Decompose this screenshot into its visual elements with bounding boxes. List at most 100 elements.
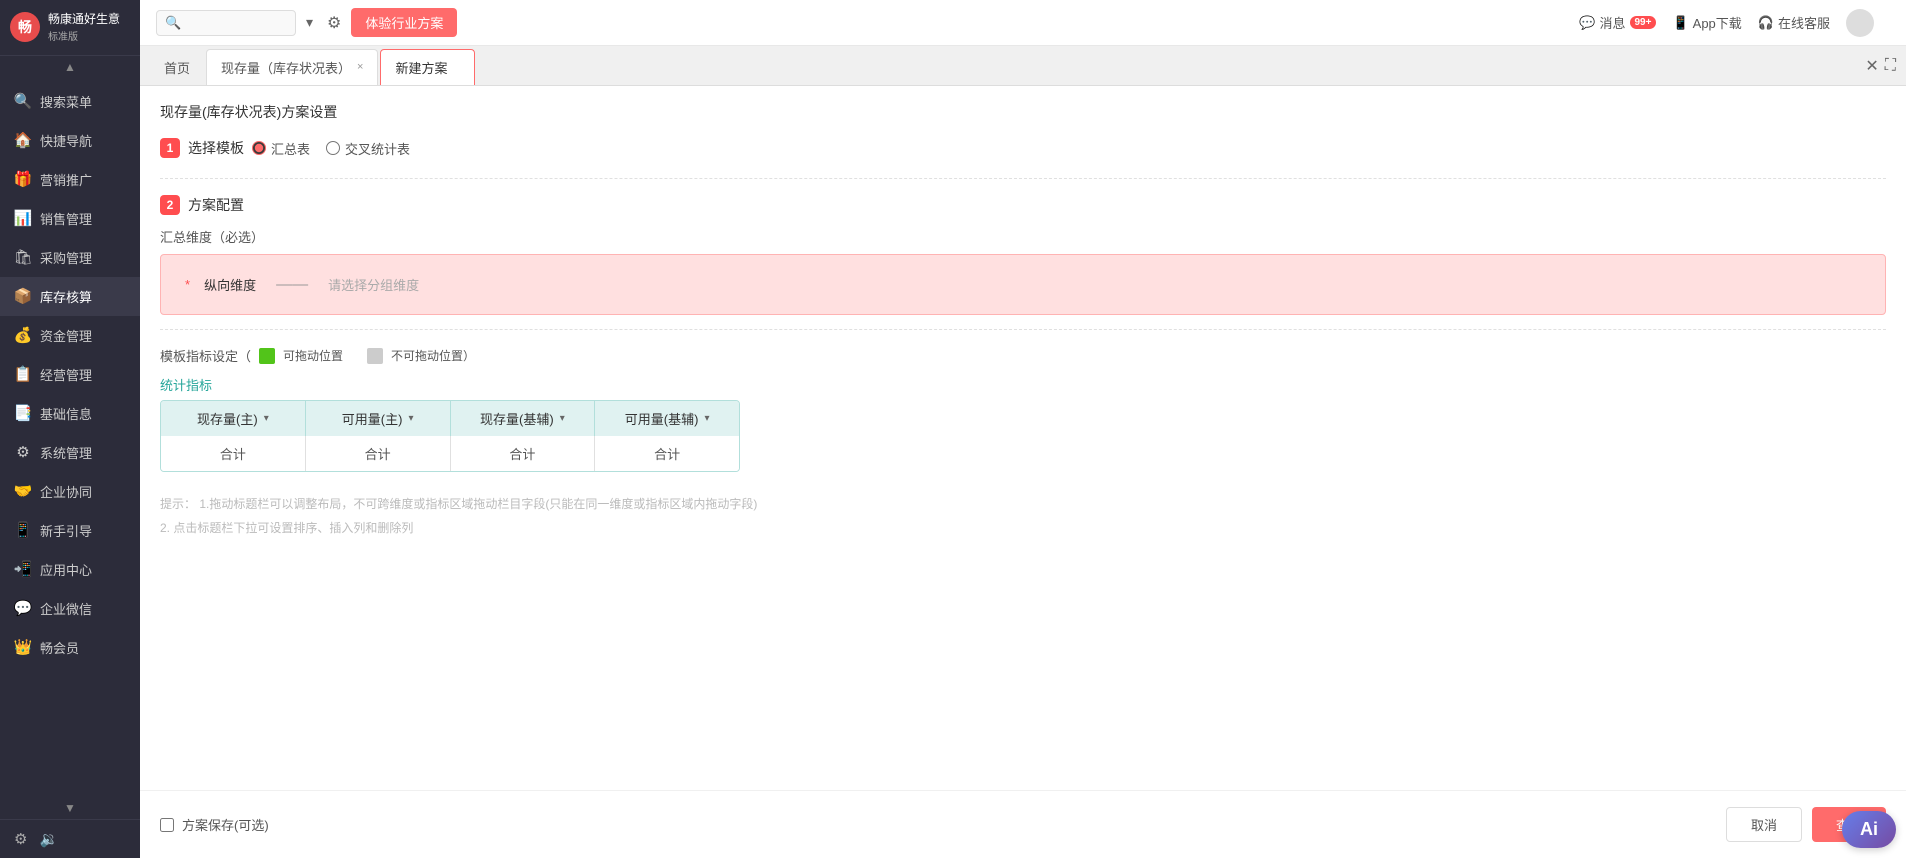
sidebar-scroll-down[interactable]: ▼ — [0, 797, 140, 819]
metric-col-1-chevron[interactable]: ▾ — [264, 413, 269, 424]
non-draggable-badge — [367, 348, 383, 364]
tab-expand-button[interactable]: ⛶ — [1885, 56, 1896, 76]
tab-new-scheme[interactable]: 新建方案 × — [380, 49, 474, 85]
basic-icon: 📑 — [14, 404, 32, 422]
template-summary-radio[interactable] — [252, 141, 266, 155]
dim-name: 纵向维度 — [204, 275, 256, 294]
metric-cell-3: 合计 — [451, 436, 596, 471]
sidebar-item-system[interactable]: ⚙ 系统管理 — [0, 433, 140, 472]
app-download-icon: 📱 — [1672, 15, 1688, 31]
tab-inventory-close[interactable]: × — [357, 62, 363, 73]
metric-col-2[interactable]: 可用量(主) ▾ — [306, 401, 451, 436]
sidebar-item-operation[interactable]: 📋 经营管理 — [0, 355, 140, 394]
app-download-button[interactable]: 📱 App下载 — [1672, 13, 1741, 32]
metric-col-1[interactable]: 现存量(主) ▾ — [161, 401, 306, 436]
sidebar-item-contract[interactable]: 🤝 企业协同 — [0, 472, 140, 511]
trial-industry-button[interactable]: 体验行业方案 — [351, 8, 457, 37]
sidebar-item-label: 企业微信 — [40, 599, 92, 618]
topbar-dropdown-icon[interactable]: ▾ — [306, 14, 313, 31]
template-summary-option[interactable]: 汇总表 — [252, 139, 310, 158]
sidebar-item-label: 新手引导 — [40, 521, 92, 540]
sidebar-item-sales[interactable]: 📊 销售管理 — [0, 199, 140, 238]
metric-cell-1: 合计 — [161, 436, 306, 471]
tab-home[interactable]: 首页 — [150, 50, 204, 85]
app-edition: 标准版 — [48, 28, 120, 43]
purchase-icon: 🛍 — [14, 248, 32, 266]
metric-settings: 模板指标设定（ 可拖动位置 不可拖动位置） 统计指标 现存量(主) ▾ — [160, 346, 1886, 472]
tab-inventory[interactable]: 现存量（库存状况表） × — [206, 49, 378, 85]
search-input[interactable] — [187, 16, 277, 30]
dim-box[interactable]: * 纵向维度 —— 请选择分组维度 — [160, 254, 1886, 315]
metric-col-3-chevron[interactable]: ▾ — [560, 413, 565, 424]
cancel-button[interactable]: 取消 — [1726, 807, 1802, 842]
topbar-settings-icon[interactable]: ⚙ — [327, 13, 341, 33]
sound-footer-icon[interactable]: 🔉 — [39, 830, 58, 848]
topbar-right: 💬 消息 99+ 📱 App下载 🎧 在线客服 — [1579, 9, 1890, 37]
message-button[interactable]: 💬 消息 99+ — [1579, 13, 1656, 32]
metric-table-body: 合计 合计 合计 合计 — [161, 436, 739, 471]
tab-close-button[interactable]: ✕ — [1865, 56, 1878, 76]
save-checkbox[interactable] — [160, 818, 174, 832]
template-summary-label: 汇总表 — [271, 139, 310, 158]
tab-new-close[interactable]: × — [453, 62, 459, 73]
sidebar-item-newbie[interactable]: 📱 新手引导 — [0, 511, 140, 550]
section-divider-2 — [160, 329, 1886, 330]
message-label: 消息 — [1599, 13, 1625, 32]
save-label[interactable]: 方案保存(可选) — [182, 815, 269, 834]
section-divider-1 — [160, 178, 1886, 179]
draggable-label: 可拖动位置 — [283, 347, 343, 364]
ai-fab-button[interactable]: Ai — [1842, 811, 1896, 848]
sidebar-footer: ⚙ 🔉 — [0, 819, 140, 858]
metric-col-4-chevron[interactable]: ▾ — [704, 413, 709, 424]
sidebar-item-basic[interactable]: 📑 基础信息 — [0, 394, 140, 433]
sidebar-item-appcenter[interactable]: 📲 应用中心 — [0, 550, 140, 589]
app-name: 畅康通好生意 — [48, 12, 120, 28]
sidebar-item-inventory[interactable]: 📦 库存核算 — [0, 277, 140, 316]
metric-table: 现存量(主) ▾ 可用量(主) ▾ 现存量(基辅) ▾ — [160, 400, 740, 472]
metric-col-3-label: 现存量(基辅) — [480, 409, 554, 428]
user-avatar[interactable] — [1846, 9, 1874, 37]
sidebar-item-finance[interactable]: 💰 资金管理 — [0, 316, 140, 355]
sidebar-item-wechat[interactable]: 💬 企业微信 — [0, 589, 140, 628]
template-cross-option[interactable]: 交叉统计表 — [326, 139, 410, 158]
sales-icon: 📊 — [14, 209, 32, 227]
metric-col-4[interactable]: 可用量(基辅) ▾ — [595, 401, 739, 436]
metric-col-3[interactable]: 现存量(基辅) ▾ — [451, 401, 596, 436]
member-icon: 👑 — [14, 638, 32, 656]
sidebar: 畅 畅康通好生意 标准版 ▲ 🔍 搜索菜单 🏠 快捷导航 🎁 营销推广 📊 销售… — [0, 0, 140, 858]
topbar-search-box[interactable]: 🔍 — [156, 10, 296, 36]
section1-header: 1 选择模板 汇总表 交叉统计表 — [160, 138, 1886, 158]
online-service-button[interactable]: 🎧 在线客服 — [1758, 13, 1830, 32]
template-options: 汇总表 交叉统计表 — [252, 139, 410, 158]
sidebar-scroll-up[interactable]: ▲ — [0, 56, 140, 78]
search-icon: 🔍 — [165, 15, 181, 31]
metric-cell-4: 合计 — [595, 436, 739, 471]
app-download-label: App下载 — [1693, 13, 1742, 32]
sidebar-item-label: 快捷导航 — [40, 131, 92, 150]
template-cross-radio[interactable] — [326, 141, 340, 155]
sidebar-item-marketing[interactable]: 🎁 营销推广 — [0, 160, 140, 199]
sidebar-item-label: 搜索菜单 — [40, 92, 92, 111]
section-template: 1 选择模板 汇总表 交叉统计表 — [160, 138, 1886, 158]
metric-label: 模板指标设定（ 可拖动位置 不可拖动位置） — [160, 346, 1886, 365]
app-logo-icon: 畅 — [10, 12, 40, 42]
sidebar-item-purchase[interactable]: 🛍 采购管理 — [0, 238, 140, 277]
tab-new-label: 新建方案 — [395, 58, 447, 77]
service-icon: 🎧 — [1758, 15, 1774, 31]
metric-col-4-label: 可用量(基辅) — [625, 409, 699, 428]
sidebar-item-label: 资金管理 — [40, 326, 92, 345]
section2-header: 2 方案配置 — [160, 195, 1886, 215]
topbar: 🔍 ▾ ⚙ 体验行业方案 💬 消息 99+ 📱 App下载 🎧 在线客服 — [140, 0, 1906, 46]
tab-inventory-label: 现存量（库存状况表） — [221, 58, 351, 77]
tabs-controls: ✕ ⛶ — [1865, 56, 1896, 76]
settings-footer-icon[interactable]: ⚙ — [14, 830, 27, 848]
sidebar-item-label: 应用中心 — [40, 560, 92, 579]
sidebar-item-nav[interactable]: 🏠 快捷导航 — [0, 121, 140, 160]
sidebar-item-label: 营销推广 — [40, 170, 92, 189]
sidebar-item-member[interactable]: 👑 畅会员 — [0, 628, 140, 667]
metric-col-1-label: 现存量(主) — [197, 409, 258, 428]
metric-col-2-chevron[interactable]: ▾ — [408, 413, 413, 424]
main-area: 🔍 ▾ ⚙ 体验行业方案 💬 消息 99+ 📱 App下载 🎧 在线客服 — [140, 0, 1906, 858]
wechat-icon: 💬 — [14, 599, 32, 617]
sidebar-item-search[interactable]: 🔍 搜索菜单 — [0, 82, 140, 121]
